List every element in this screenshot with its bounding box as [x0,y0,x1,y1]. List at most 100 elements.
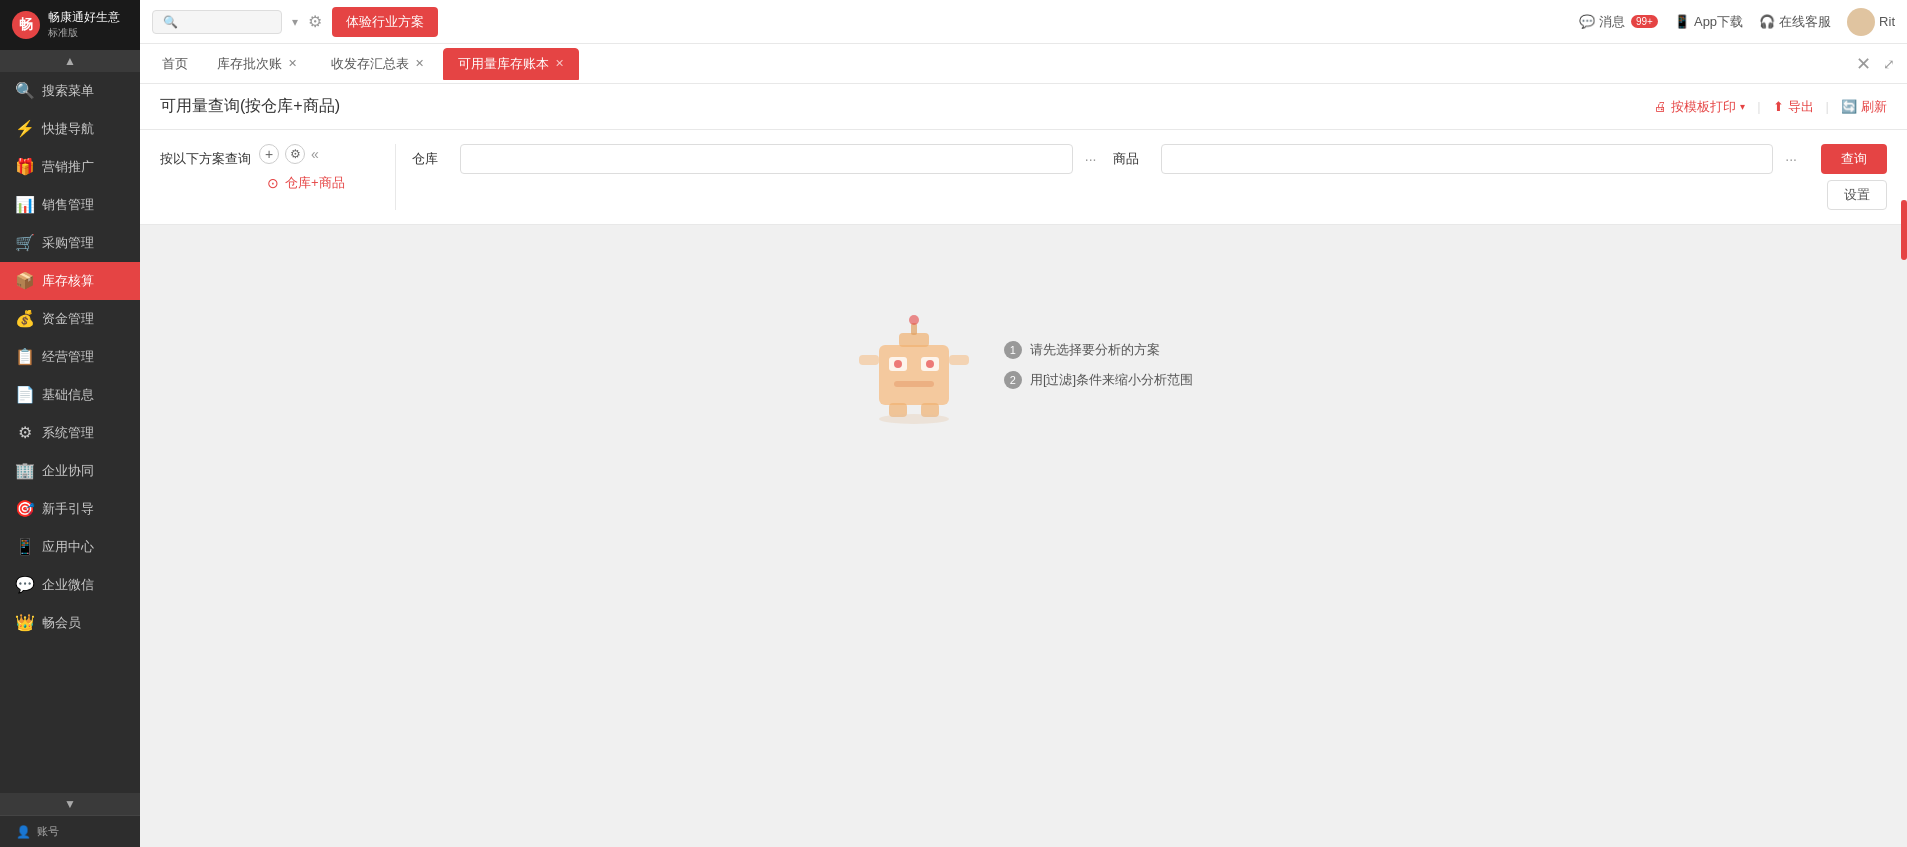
sidebar-item-wechat[interactable]: 💬 企业微信 [0,566,140,604]
svg-rect-6 [899,333,929,347]
tab-available[interactable]: 可用量库存账本 ✕ [443,48,579,80]
tab-summary-label: 收发存汇总表 [331,55,409,73]
sidebar-item-marketing[interactable]: 🎁 营销推广 [0,148,140,186]
service-icon: 🎧 [1759,14,1775,29]
refresh-icon: 🔄 [1841,99,1857,114]
warehouse-more-icon[interactable]: ··· [1081,151,1101,167]
goods-more-icon[interactable]: ··· [1781,151,1801,167]
topbar-service-item[interactable]: 🎧 在线客服 [1759,13,1831,31]
filter-label: 按以下方案查询 [160,144,251,168]
sidebar-item-member[interactable]: 👑 畅会员 [0,604,140,642]
sidebar-bottom-icon: 👤 [16,825,31,839]
filter-scheme-item[interactable]: ⊙ 仓库+商品 [259,170,379,196]
svg-rect-10 [949,355,969,365]
filter-scheme-actions: + ⚙ « [259,144,379,164]
page-title: 可用量查询(按仓库+商品) [160,96,340,117]
filter-add-button[interactable]: + [259,144,279,164]
tabbar-close-button[interactable]: ✕ [1852,53,1875,75]
tabbar: 首页 库存批次账 ✕ 收发存汇总表 ✕ 可用量库存账本 ✕ ✕ ⤢ [140,44,1907,84]
tab-home[interactable]: 首页 [152,49,198,79]
sidebar-item-newbie[interactable]: 🎯 新手引导 [0,490,140,528]
print-icon: 🖨 [1654,99,1667,114]
warehouse-input[interactable] [460,144,1073,174]
goods-input[interactable] [1161,144,1774,174]
sidebar-item-system[interactable]: ⚙ 系统管理 [0,414,140,452]
sidebar-nav: 🔍 搜索菜单 ⚡ 快捷导航 🎁 营销推广 📊 销售管理 🛒 采购管理 📦 库存核… [0,72,140,793]
sidebar-bottom: 👤 账号 [0,815,140,847]
purchase-icon: 🛒 [16,234,34,252]
sidebar-item-quicknav[interactable]: ⚡ 快捷导航 [0,110,140,148]
tab-batch-close[interactable]: ✕ [288,57,297,70]
tab-summary-close[interactable]: ✕ [415,57,424,70]
empty-state: 1 请先选择要分析的方案 2 用[过滤]条件来缩小分析范围 [140,225,1907,505]
sales-icon: 📊 [16,196,34,214]
tip-num-2: 2 [1004,371,1022,389]
settings-button[interactable]: 设置 [1827,180,1887,210]
template-print-button[interactable]: 🖨 按模板打印 ▾ [1654,98,1745,116]
sidebar-scroll-down[interactable]: ▼ [0,793,140,815]
app-download-icon: 📱 [1674,14,1690,29]
quicknav-icon: ⚡ [16,120,34,138]
export-button[interactable]: ⬆ 导出 [1773,98,1814,116]
right-scrollbar-thumb[interactable] [1901,200,1907,260]
tab-summary[interactable]: 收发存汇总表 ✕ [316,48,439,80]
sidebar-item-finance[interactable]: 💰 资金管理 [0,300,140,338]
topbar-message-item[interactable]: 💬 消息 99+ [1579,13,1658,31]
sidebar-item-basic[interactable]: 📄 基础信息 [0,376,140,414]
sidebar-item-purchase[interactable]: 🛒 采购管理 [0,224,140,262]
sidebar-item-operation[interactable]: 📋 经营管理 [0,338,140,376]
sidebar-scroll-up[interactable]: ▲ [0,50,140,72]
search-input[interactable] [182,15,272,29]
goods-label: 商品 [1113,150,1153,168]
svg-point-13 [879,414,949,424]
logo-text: 畅康通好生意 [48,10,120,26]
filter-fields: 仓库 ··· 商品 ··· [412,144,1801,174]
tabbar-expand-button[interactable]: ⤢ [1883,56,1895,72]
query-button[interactable]: 查询 [1821,144,1887,174]
refresh-button[interactable]: 🔄 刷新 [1841,98,1887,116]
tip-text-1: 请先选择要分析的方案 [1030,341,1160,359]
message-icon: 💬 [1579,14,1595,29]
tip-text-2: 用[过滤]条件来缩小分析范围 [1030,371,1193,389]
topbar: 🔍 ▾ ⚙ 体验行业方案 💬 消息 99+ 📱 App下载 🎧 在线客服 Rit [140,0,1907,44]
industry-solution-button[interactable]: 体验行业方案 [332,7,438,37]
message-badge: 99+ [1631,15,1658,28]
sidebar-item-appcenter[interactable]: 📱 应用中心 [0,528,140,566]
page-content: 可用量查询(按仓库+商品) 🖨 按模板打印 ▾ | ⬆ 导出 | 🔄 刷新 [140,84,1907,847]
sidebar-item-inventory[interactable]: 📦 库存核算 [0,262,140,300]
right-scrollbar[interactable] [1901,200,1907,847]
svg-point-4 [926,360,934,368]
basic-icon: 📄 [16,386,34,404]
svg-rect-5 [894,381,934,387]
refresh-label: 刷新 [1861,98,1887,116]
scheme-icon: ⊙ [267,175,279,191]
topbar-search-box[interactable]: 🔍 [152,10,282,34]
filter-actions-right: 查询 设置 [1821,144,1887,210]
topbar-appdownload-item[interactable]: 📱 App下载 [1674,13,1743,31]
topbar-gear-icon[interactable]: ⚙ [308,12,322,31]
sidebar-item-search[interactable]: 🔍 搜索菜单 [0,72,140,110]
avatar [1847,8,1875,36]
divider: | [1757,99,1760,114]
sidebar-item-enterprise[interactable]: 🏢 企业协同 [0,452,140,490]
tab-batch[interactable]: 库存批次账 ✕ [202,48,312,80]
filter-setting-button[interactable]: ⚙ [285,144,305,164]
topbar-search-icon: 🔍 [163,15,178,29]
svg-rect-0 [879,345,949,405]
sidebar-item-sales[interactable]: 📊 销售管理 [0,186,140,224]
logo-sub: 标准版 [48,26,120,40]
user-name-label: Rit [1879,14,1895,29]
app-download-label: App下载 [1694,13,1743,31]
empty-tips: 1 请先选择要分析的方案 2 用[过滤]条件来缩小分析范围 [1004,341,1193,389]
empty-illustration [854,305,974,425]
finance-icon: 💰 [16,310,34,328]
appcenter-icon: 📱 [16,538,34,556]
tab-available-close[interactable]: ✕ [555,57,564,70]
topbar-user-item[interactable]: Rit [1847,8,1895,36]
main-area: 🔍 ▾ ⚙ 体验行业方案 💬 消息 99+ 📱 App下载 🎧 在线客服 Rit [140,0,1907,847]
member-icon: 👑 [16,614,34,632]
warehouse-label: 仓库 [412,150,452,168]
filter-divider [395,144,396,210]
filter-collapse-button[interactable]: « [311,146,319,162]
topbar-chevron-icon[interactable]: ▾ [292,15,298,29]
